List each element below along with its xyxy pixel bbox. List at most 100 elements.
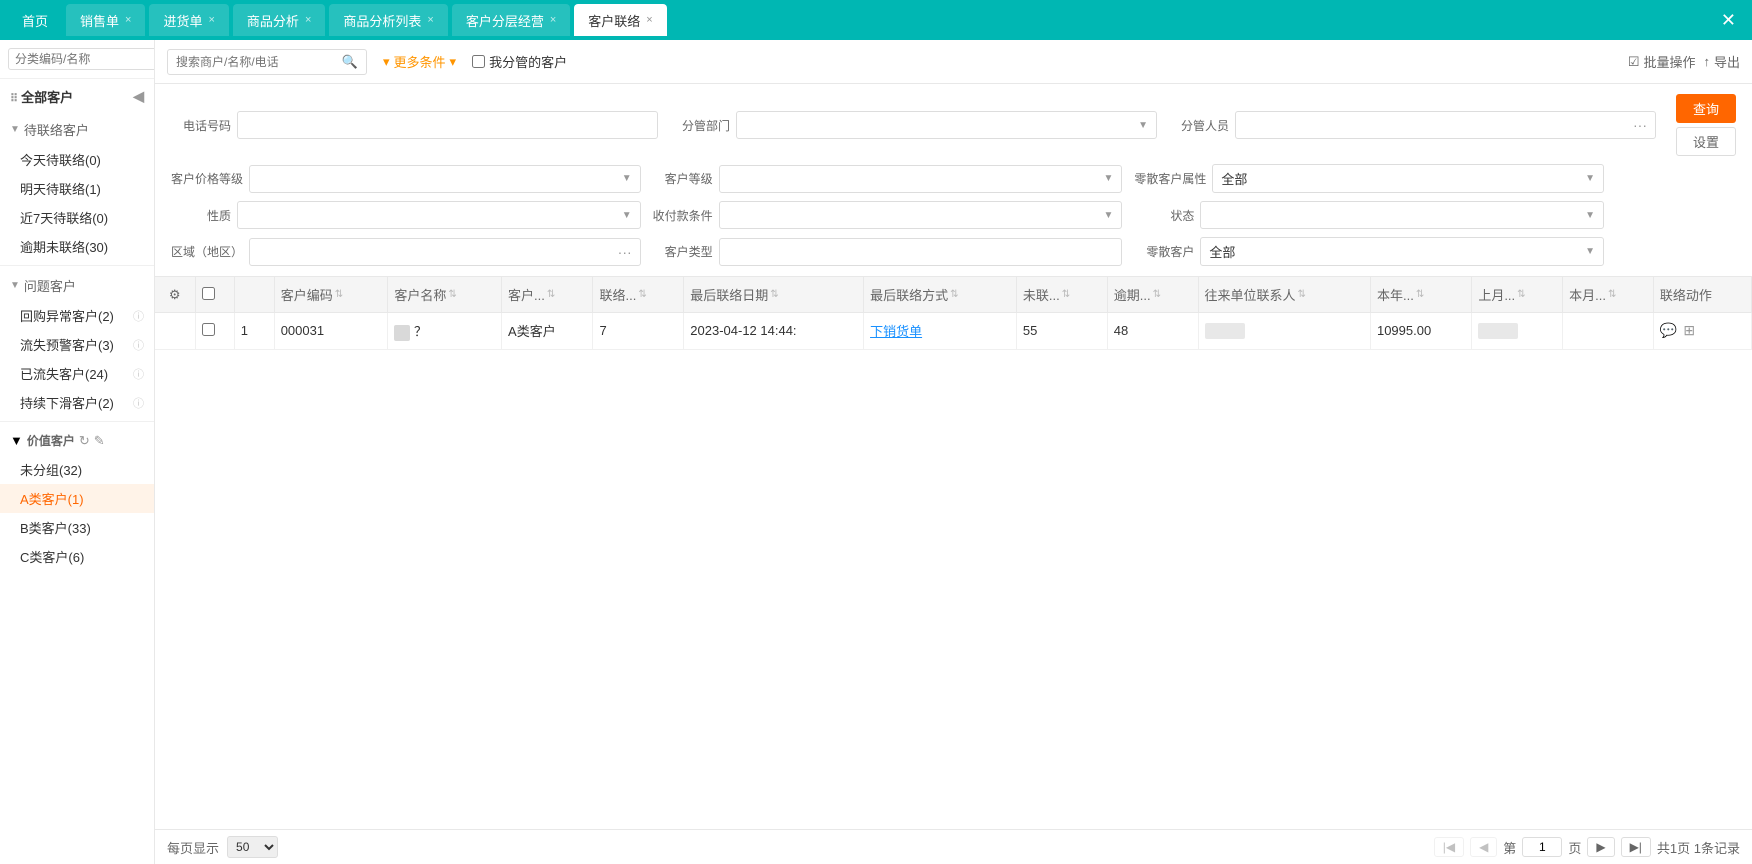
help-icon-churn[interactable]: ⓘ xyxy=(133,337,144,353)
sidebar-item-c-customers[interactable]: C类客户(6) xyxy=(0,542,154,571)
name-sort-icon: ⇅ xyxy=(448,289,456,300)
last-contact-method-link[interactable]: 下销货单 xyxy=(870,324,922,339)
sidebar-item-churn-warning[interactable]: 流失预警客户(3) ⓘ xyxy=(0,330,154,359)
query-button[interactable]: 查询 xyxy=(1676,94,1736,123)
td-actions: 💬 ⊞ xyxy=(1653,313,1751,350)
sidebar-item-lost-customer[interactable]: 已流失客户(24) ⓘ xyxy=(0,359,154,388)
select-all-checkbox[interactable] xyxy=(202,287,215,300)
filter-manager-select[interactable]: ··· xyxy=(1235,111,1656,139)
help-icon-declining[interactable]: ⓘ xyxy=(133,395,144,411)
th-name[interactable]: 客户名称 ⇅ xyxy=(388,277,502,313)
sidebar-item-a-customers[interactable]: A类客户(1) xyxy=(0,484,154,513)
product-list-close[interactable]: × xyxy=(427,14,433,26)
my-customers-checkbox[interactable] xyxy=(472,55,485,68)
page-number-input[interactable] xyxy=(1522,837,1562,857)
help-icon-lost[interactable]: ⓘ xyxy=(133,366,144,382)
filter-payment-select[interactable]: ▼ xyxy=(719,201,1123,229)
sidebar-all-customers[interactable]: ⠿ 全部客户 ◀ xyxy=(0,79,154,114)
sales-close[interactable]: × xyxy=(125,14,131,26)
sidebar-item-overdue-contact[interactable]: 逾期未联络(30) xyxy=(0,232,154,261)
td-this-month xyxy=(1563,313,1654,350)
th-no-contact[interactable]: 未联... ⇅ xyxy=(1016,277,1107,313)
export-icon: ↑ xyxy=(1703,54,1710,69)
settings-button[interactable]: 设置 xyxy=(1676,127,1736,156)
filter-status-select[interactable]: ▼ xyxy=(1200,201,1604,229)
product-analysis-label: 商品分析 xyxy=(247,11,299,30)
search-input[interactable] xyxy=(176,55,336,69)
no-contact-sort-icon: ⇅ xyxy=(1062,289,1070,300)
sidebar-item-7day-contact[interactable]: 近7天待联络(0) xyxy=(0,203,154,232)
filter-retail-customer-select[interactable]: 全部 ▼ xyxy=(1200,237,1604,266)
row-action-icons: 💬 ⊞ xyxy=(1660,322,1745,339)
th-company-contacts[interactable]: 往来单位联系人 ⇅ xyxy=(1198,277,1370,313)
nature-arrow-icon: ▼ xyxy=(622,210,632,221)
table-settings-icon[interactable]: ⚙ xyxy=(165,285,185,304)
nav-tab-sales[interactable]: 销售单 × xyxy=(66,4,145,36)
qr-icon[interactable]: ⊞ xyxy=(1683,322,1695,339)
td-last-contact-date: 2023-04-12 14:44: xyxy=(684,313,864,350)
refresh-icon[interactable]: ↻ xyxy=(79,433,90,449)
th-last-month[interactable]: 上月... ⇅ xyxy=(1472,277,1563,313)
home-label: 首页 xyxy=(22,11,48,30)
sidebar-item-declining-customer[interactable]: 持续下滑客户(2) ⓘ xyxy=(0,388,154,417)
filter-customer-type-input[interactable] xyxy=(719,238,1123,266)
td-name: ？ xyxy=(388,313,502,350)
more-filter-btn[interactable]: ▾ 更多条件 ▾ xyxy=(375,48,464,75)
nav-tab-customer-segment[interactable]: 客户分层经营 × xyxy=(452,4,570,36)
next-page-btn[interactable]: ▶ xyxy=(1587,837,1614,857)
edit-icon[interactable]: ✎ xyxy=(94,433,105,449)
customer-contact-close[interactable]: × xyxy=(646,14,652,26)
sidebar-item-tomorrow-contact[interactable]: 明天待联络(1) xyxy=(0,174,154,203)
th-last-contact-method[interactable]: 最后联络方式 ⇅ xyxy=(864,277,1017,313)
sidebar-search-input[interactable] xyxy=(8,48,155,70)
th-overdue[interactable]: 逾期... ⇅ xyxy=(1107,277,1198,313)
row-checkbox[interactable] xyxy=(202,323,215,336)
sidebar-item-ungrouped[interactable]: 未分组(32) xyxy=(0,455,154,484)
filter-price-level-select[interactable]: ▼ xyxy=(249,165,641,193)
prev-page-btn[interactable]: ◀ xyxy=(1470,837,1497,857)
batch-ops-btn[interactable]: ☑ 批量操作 xyxy=(1628,52,1696,71)
th-last-contact-date[interactable]: 最后联络日期 ⇅ xyxy=(684,277,864,313)
th-this-month[interactable]: 本月... ⇅ xyxy=(1563,277,1654,313)
nav-tab-home[interactable]: 首页 xyxy=(8,4,62,36)
date-sort-icon: ⇅ xyxy=(770,289,778,300)
filter-phone-input[interactable] xyxy=(237,111,658,139)
table-row: 1 000031 ？ A类客户 7 xyxy=(155,313,1752,350)
filter-region-select[interactable]: ··· xyxy=(249,238,641,266)
th-this-year[interactable]: 本年... ⇅ xyxy=(1370,277,1471,313)
sidebar-item-today-contact[interactable]: 今天待联络(0) xyxy=(0,145,154,174)
customer-segment-close[interactable]: × xyxy=(550,14,556,26)
per-page-select[interactable]: 50 100 200 xyxy=(227,836,278,858)
nav-tab-product-analysis[interactable]: 商品分析 × xyxy=(233,4,325,36)
search-icon[interactable]: 🔍 xyxy=(342,54,358,70)
td-contacts: 7 xyxy=(593,313,684,350)
problem-customer-group[interactable]: ▼ 问题客户 xyxy=(0,270,154,301)
last-page-btn[interactable]: ▶| xyxy=(1621,837,1651,857)
first-page-btn[interactable]: |◀ xyxy=(1434,837,1464,857)
th-settings[interactable]: ⚙ xyxy=(155,277,195,313)
th-contacts[interactable]: 联络... ⇅ xyxy=(593,277,684,313)
nav-tab-customer-contact[interactable]: 客户联络 × xyxy=(574,4,666,36)
help-icon-repurchase[interactable]: ⓘ xyxy=(133,308,144,324)
th-type[interactable]: 客户... ⇅ xyxy=(502,277,593,313)
my-customers-toggle[interactable]: 我分管的客户 xyxy=(472,52,567,71)
filter-region: 区域（地区） ··· xyxy=(171,238,641,266)
td-no-contact: 55 xyxy=(1016,313,1107,350)
th-code[interactable]: 客户编码 ⇅ xyxy=(274,277,388,313)
value-customer-section: ▼ 价值客户 ↻ ✎ xyxy=(0,426,154,455)
sidebar-item-repurchase-abnormal[interactable]: 回购异常客户(2) ⓘ xyxy=(0,301,154,330)
sidebar-item-b-customers[interactable]: B类客户(33) xyxy=(0,513,154,542)
filter-retail-attr-select[interactable]: 全部 ▼ xyxy=(1212,164,1604,193)
sidebar-collapse-btn[interactable]: ◀ xyxy=(133,88,144,105)
nav-tab-product-list[interactable]: 商品分析列表 × xyxy=(329,4,447,36)
filter-customer-level-select[interactable]: ▼ xyxy=(719,165,1123,193)
pending-contact-group[interactable]: ▼ 待联络客户 xyxy=(0,114,154,145)
contact-icon[interactable]: 💬 xyxy=(1660,322,1677,339)
nav-tab-purchase[interactable]: 进货单 × xyxy=(149,4,228,36)
purchase-close[interactable]: × xyxy=(208,14,214,26)
product-analysis-close[interactable]: × xyxy=(305,14,311,26)
close-all-button[interactable]: ✕ xyxy=(1713,10,1744,31)
filter-nature-select[interactable]: ▼ xyxy=(237,201,641,229)
filter-dept-select[interactable]: ▼ xyxy=(736,111,1157,139)
export-btn[interactable]: ↑ 导出 xyxy=(1703,52,1740,71)
